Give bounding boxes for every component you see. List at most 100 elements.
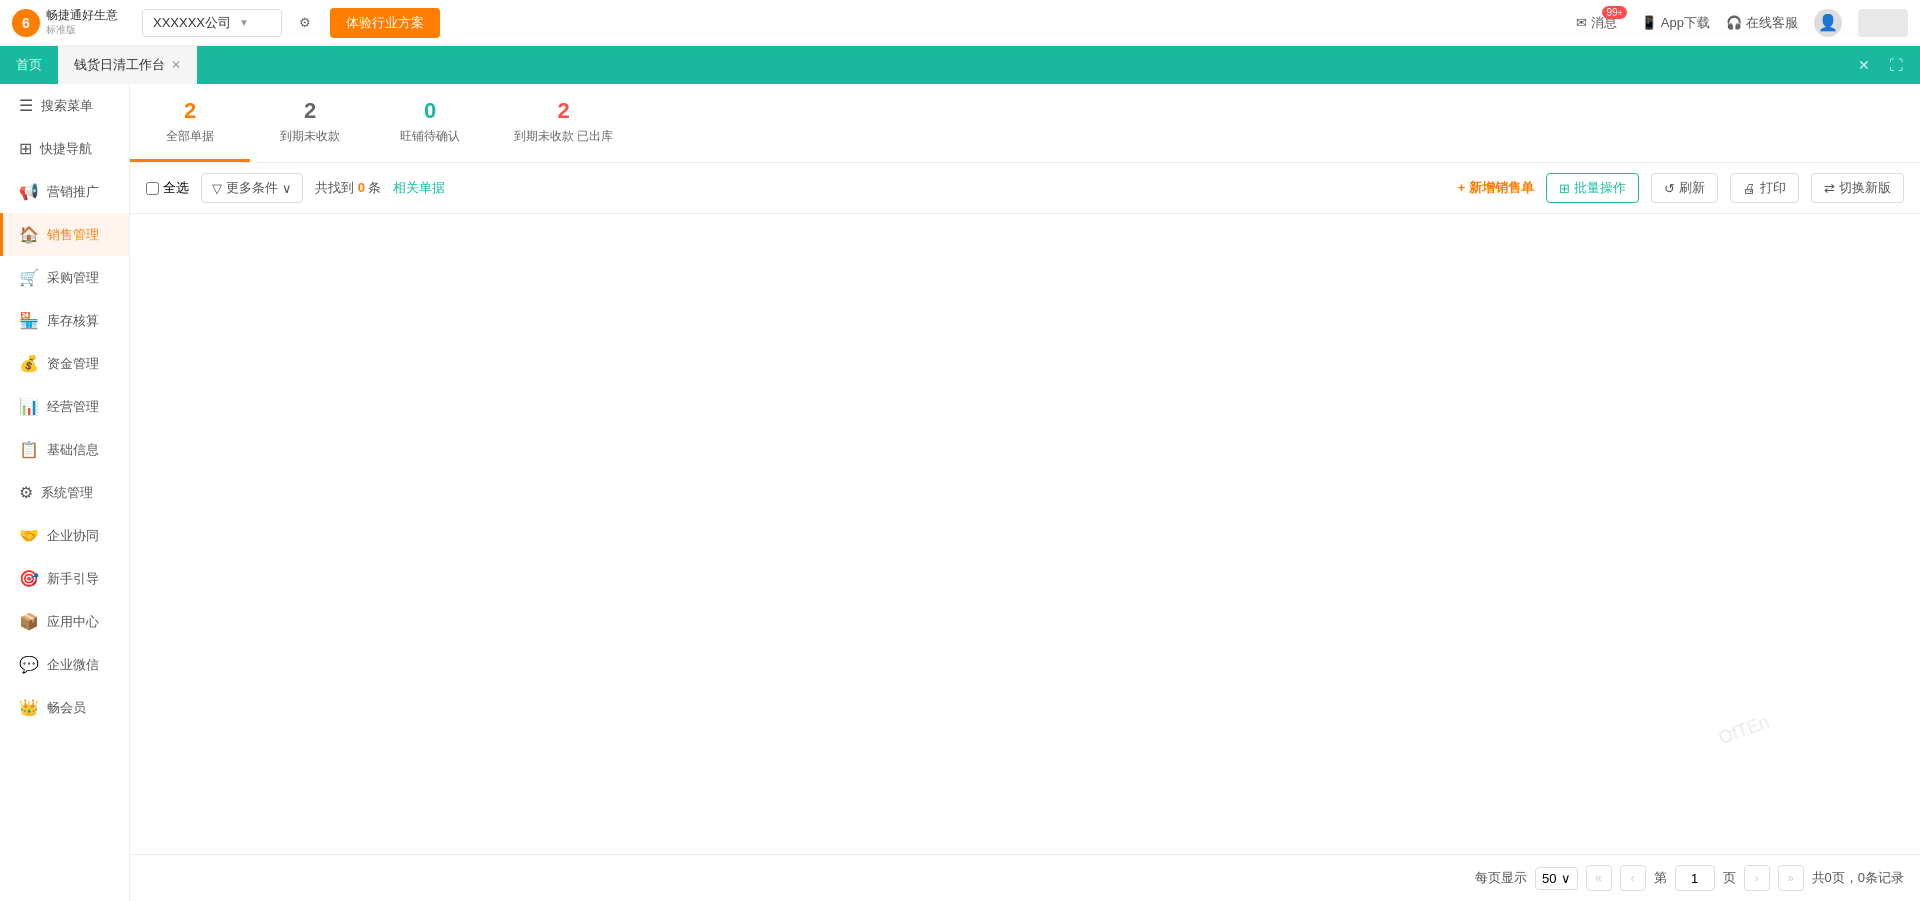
stats-label-overdue: 到期未收款 — [274, 128, 346, 145]
switch-icon: ⇄ — [1824, 181, 1835, 196]
message-badge: 99+ — [1602, 6, 1626, 19]
sidebar-item-label: 基础信息 — [47, 441, 99, 459]
stats-count-overdue: 2 — [274, 98, 346, 124]
sidebar-item-label: 畅会员 — [47, 699, 86, 717]
tab-home-label: 首页 — [16, 56, 42, 74]
chevron-down-icon: ▼ — [239, 17, 249, 28]
business-icon: 📊 — [19, 397, 39, 416]
toolbar-right: + 新增销售单 ⊞ 批量操作 ↺ 刷新 🖨 打印 ⇄ 切换新版 — [1458, 173, 1904, 203]
tab-close-all-button[interactable]: ✕ — [1852, 53, 1876, 77]
sidebar-item-label: 库存核算 — [47, 312, 99, 330]
marketing-icon: 📢 — [19, 182, 39, 201]
page-input[interactable] — [1675, 865, 1715, 891]
sidebar-item-enterprise[interactable]: 🤝 企业协同 — [0, 514, 129, 557]
print-label: 打印 — [1760, 179, 1786, 197]
select-all-label: 全选 — [163, 179, 189, 197]
tab-bar: 首页 钱货日清工作台 ✕ ✕ ⛶ — [0, 46, 1920, 84]
avatar[interactable]: 👤 — [1814, 9, 1842, 37]
print-icon: 🖨 — [1743, 181, 1756, 196]
settings-button[interactable]: ⚙ — [290, 8, 320, 38]
sidebar-item-finance[interactable]: 💰 资金管理 — [0, 342, 129, 385]
filter-button[interactable]: ▽ 更多条件 ∨ — [201, 173, 303, 203]
page-prefix-label: 第 — [1654, 869, 1667, 887]
sidebar-item-app-center[interactable]: 📦 应用中心 — [0, 600, 129, 643]
sidebar-item-label: 采购管理 — [47, 269, 99, 287]
company-selector[interactable]: XXXXXX公司 ▼ — [142, 9, 282, 37]
tab-expand-button[interactable]: ⛶ — [1884, 53, 1908, 77]
sidebar-item-guide[interactable]: 🎯 新手引导 — [0, 557, 129, 600]
trial-button[interactable]: 体验行业方案 — [330, 8, 440, 38]
switch-new-version-button[interactable]: ⇄ 切换新版 — [1811, 173, 1904, 203]
refresh-button[interactable]: ↺ 刷新 — [1651, 173, 1718, 203]
tab-close-icon[interactable]: ✕ — [171, 58, 181, 72]
app-sub: 标准版 — [46, 23, 118, 37]
tab-bar-actions: ✕ ⛶ — [1852, 53, 1920, 77]
enterprise-icon: 🤝 — [19, 526, 39, 545]
sidebar-item-sales[interactable]: 🏠 销售管理 — [0, 213, 129, 256]
related-records-link[interactable]: 相关单据 — [393, 179, 445, 197]
toolbar-left: 全选 ▽ 更多条件 ∨ 共找到 0 条 相关单据 — [146, 173, 1446, 203]
sidebar-item-wechat[interactable]: 💬 企业微信 — [0, 643, 129, 686]
select-all-checkbox[interactable]: 全选 — [146, 179, 189, 197]
stats-tab-overdue[interactable]: 2 到期未收款 — [250, 84, 370, 162]
sidebar-item-member[interactable]: 👑 畅会员 — [0, 686, 129, 729]
tab-workbench[interactable]: 钱货日清工作台 ✕ — [58, 46, 197, 84]
top-bar: 6 畅捷通好生意 标准版 XXXXXX公司 ▼ ⚙ 体验行业方案 ✉ 消息 99… — [0, 0, 1920, 46]
stats-tab-shipped[interactable]: 2 到期未收款 已出库 — [490, 84, 637, 162]
quick-nav-icon: ⊞ — [19, 139, 32, 158]
per-page-label: 每页显示 — [1475, 869, 1527, 887]
close-icon: ✕ — [1858, 57, 1870, 73]
expand-icon: ⛶ — [1889, 57, 1903, 73]
print-button[interactable]: 🖨 打印 — [1730, 173, 1799, 203]
next-page-icon: › — [1755, 871, 1759, 885]
sidebar-item-quick-nav[interactable]: ⊞ 快捷导航 — [0, 127, 129, 170]
per-page-select[interactable]: 50 ∨ — [1535, 867, 1577, 890]
stats-count-all: 2 — [154, 98, 226, 124]
avatar-icon: 👤 — [1818, 13, 1838, 32]
sidebar-item-marketing[interactable]: 📢 营销推广 — [0, 170, 129, 213]
system-icon: ⚙ — [19, 483, 33, 502]
inventory-icon: 🏪 — [19, 311, 39, 330]
stats-label-pending: 旺铺待确认 — [394, 128, 466, 145]
finance-icon: 💰 — [19, 354, 39, 373]
tab-workbench-label: 钱货日清工作台 — [74, 56, 165, 74]
stats-tab-pending[interactable]: 0 旺铺待确认 — [370, 84, 490, 162]
sidebar-item-label: 系统管理 — [41, 484, 93, 502]
new-sale-button[interactable]: + 新增销售单 — [1458, 179, 1534, 197]
first-page-icon: « — [1595, 871, 1602, 885]
found-count: 共找到 0 条 — [315, 179, 381, 197]
service-icon: 🎧 — [1726, 15, 1742, 30]
sidebar-item-business[interactable]: 📊 经营管理 — [0, 385, 129, 428]
toolbar: 全选 ▽ 更多条件 ∨ 共找到 0 条 相关单据 + 新增销售单 ⊞ 批 — [130, 163, 1920, 214]
first-page-button[interactable]: « — [1586, 865, 1612, 891]
stats-count-shipped: 2 — [514, 98, 613, 124]
sidebar-item-system[interactable]: ⚙ 系统管理 — [0, 471, 129, 514]
sidebar-item-label: 经营管理 — [47, 398, 99, 416]
refresh-label: 刷新 — [1679, 179, 1705, 197]
total-records-label: 共0页，0条记录 — [1812, 869, 1904, 887]
sidebar-item-purchase[interactable]: 🛒 采购管理 — [0, 256, 129, 299]
batch-ops-button[interactable]: ⊞ 批量操作 — [1546, 173, 1639, 203]
guide-icon: 🎯 — [19, 569, 39, 588]
message-button[interactable]: ✉ 消息 99+ — [1576, 14, 1617, 32]
app-download-button[interactable]: 📱 App下载 — [1641, 14, 1710, 32]
select-all-input[interactable] — [146, 182, 159, 195]
last-page-button[interactable]: » — [1778, 865, 1804, 891]
sidebar-item-inventory[interactable]: 🏪 库存核算 — [0, 299, 129, 342]
found-prefix: 共找到 — [315, 180, 354, 195]
prev-page-button[interactable]: ‹ — [1620, 865, 1646, 891]
stats-tab-all[interactable]: 2 全部单据 — [130, 84, 250, 162]
app-name: 畅捷通好生意 — [46, 8, 118, 24]
sidebar-item-label: 营销推广 — [47, 183, 99, 201]
online-service-button[interactable]: 🎧 在线客服 — [1726, 14, 1798, 32]
sidebar-item-search[interactable]: ☰ 搜索菜单 — [0, 84, 129, 127]
sidebar-item-label: 销售管理 — [47, 226, 99, 244]
sidebar-item-base-info[interactable]: 📋 基础信息 — [0, 428, 129, 471]
tab-home[interactable]: 首页 — [0, 46, 58, 84]
next-page-button[interactable]: › — [1744, 865, 1770, 891]
user-name-placeholder — [1858, 9, 1908, 37]
batch-label: 批量操作 — [1574, 179, 1626, 197]
sidebar-item-label: 企业微信 — [47, 656, 99, 674]
sidebar-item-label: 资金管理 — [47, 355, 99, 373]
content-area: 2 全部单据 2 到期未收款 0 旺铺待确认 2 到期未收款 已出库 全选 — [130, 84, 1920, 901]
